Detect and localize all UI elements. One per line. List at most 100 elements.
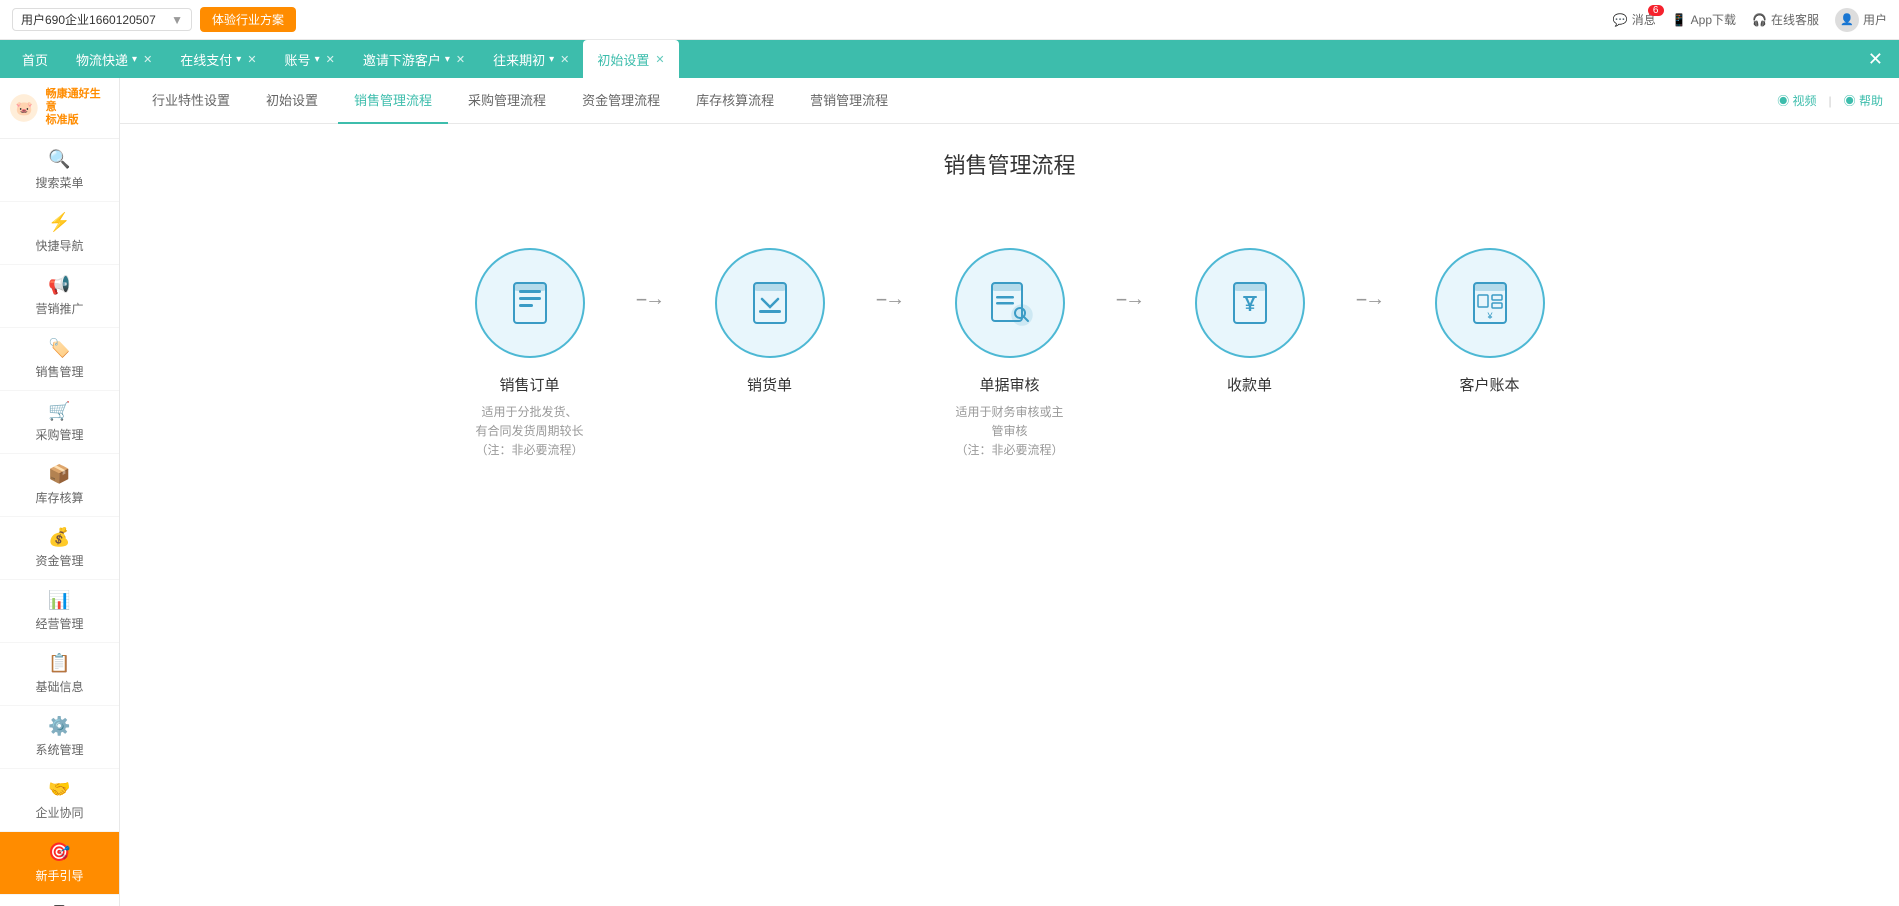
svg-text:¥: ¥ bbox=[1486, 311, 1493, 321]
tab-logistics[interactable]: 物流快递 ▾ ✕ bbox=[62, 40, 166, 78]
close-icon[interactable]: ✕ bbox=[655, 53, 664, 66]
sidebar-logo: 🐷 畅康通好生意 标准版 bbox=[0, 78, 119, 139]
tag-icon: 🏷️ bbox=[48, 338, 70, 359]
headset-icon: 🎧 bbox=[1752, 13, 1767, 27]
receipt-order-icon: ¥ bbox=[1224, 277, 1276, 329]
sub-tab-industry-settings[interactable]: 行业特性设置 bbox=[136, 78, 246, 124]
user-selector[interactable]: 用户690企业1660120507 ▼ bbox=[12, 8, 192, 31]
nav-tabs: 首页 物流快递 ▾ ✕ 在线支付 ▾ ✕ 账号 ▾ ✕ 邀请下游客户 ▾ ✕ 往… bbox=[0, 40, 1899, 78]
sidebar-item-app-center[interactable]: 📱 应用中心 bbox=[0, 895, 119, 906]
flow-step-receipt-order: ¥ 收款单 bbox=[1160, 248, 1340, 403]
cart-icon: 🛒 bbox=[48, 401, 70, 422]
chevron-icon: ▾ bbox=[445, 54, 450, 65]
document-review-circle[interactable] bbox=[955, 248, 1065, 358]
sub-tab-sales-flow[interactable]: 销售管理流程 bbox=[338, 78, 448, 124]
app-download-label: App下载 bbox=[1691, 11, 1736, 28]
chevron-icon: ▾ bbox=[132, 54, 137, 65]
chevron-down-icon: ▼ bbox=[171, 13, 183, 27]
trial-button[interactable]: 体验行业方案 bbox=[200, 7, 296, 32]
flow-step-delivery-order: 销货单 bbox=[680, 248, 860, 403]
sidebar-item-operations[interactable]: 📊 经营管理 bbox=[0, 580, 119, 643]
delivery-order-title: 销货单 bbox=[747, 374, 792, 395]
money-icon: 💰 bbox=[48, 527, 70, 548]
chevron-icon: ▾ bbox=[315, 54, 320, 65]
sidebar-item-system[interactable]: ⚙️ 系统管理 bbox=[0, 706, 119, 769]
clipboard-icon: 📋 bbox=[48, 653, 70, 674]
sub-tabs: 行业特性设置 初始设置 销售管理流程 采购管理流程 资金管理流程 库存核算流程 … bbox=[120, 78, 1899, 124]
header-left: 用户690企业1660120507 ▼ 体验行业方案 bbox=[12, 7, 296, 32]
megaphone-icon: 📢 bbox=[48, 275, 70, 296]
sidebar-item-marketing[interactable]: 📢 营销推广 bbox=[0, 265, 119, 328]
sub-tab-inventory-flow[interactable]: 库存核算流程 bbox=[680, 78, 790, 124]
flow-step-sales-order: 销售订单 适用于分批发货、有合同发货周期较长（注：非必要流程） bbox=[440, 248, 620, 461]
app-download-button[interactable]: 📱 App下载 bbox=[1672, 11, 1736, 28]
sub-tabs-right-actions: ◉ 视频 | ◉ 帮助 bbox=[1777, 92, 1883, 109]
user-profile-button[interactable]: 👤 用户 bbox=[1835, 8, 1887, 32]
sidebar-item-enterprise-coop[interactable]: 🤝 企业协同 bbox=[0, 769, 119, 832]
document-review-title: 单据审核 bbox=[979, 374, 1039, 395]
video-help-button[interactable]: ◉ 视频 bbox=[1777, 92, 1816, 109]
messages-button[interactable]: 💬 消息 6 bbox=[1613, 11, 1656, 28]
chevron-icon: ▾ bbox=[549, 54, 554, 65]
sales-order-title: 销售订单 bbox=[499, 374, 559, 395]
customer-ledger-title: 客户账本 bbox=[1459, 374, 1519, 395]
tab-payment[interactable]: 在线支付 ▾ ✕ bbox=[166, 40, 270, 78]
tab-invite-downstream[interactable]: 邀请下游客户 ▾ ✕ bbox=[349, 40, 479, 78]
flow-step-customer-ledger: ¥ 客户账本 bbox=[1400, 248, 1580, 403]
target-icon: 🎯 bbox=[48, 842, 70, 863]
handshake-icon: 🤝 bbox=[48, 779, 70, 800]
sidebar-item-search-menu[interactable]: 🔍 搜索菜单 bbox=[0, 139, 119, 202]
flow-arrow-2: --→ bbox=[860, 248, 920, 311]
sidebar-item-quick-nav[interactable]: ⚡ 快捷导航 bbox=[0, 202, 119, 265]
sidebar-item-basic-info[interactable]: 📋 基础信息 bbox=[0, 643, 119, 706]
help-button[interactable]: ◉ 帮助 bbox=[1844, 92, 1883, 109]
user-label: 用户 bbox=[1863, 11, 1887, 28]
sidebar-item-newbie-guide[interactable]: 🎯 新手引导 bbox=[0, 832, 119, 895]
sidebar-item-sales[interactable]: 🏷️ 销售管理 bbox=[0, 328, 119, 391]
sidebar: 🐷 畅康通好生意 标准版 🔍 搜索菜单 ⚡ 快捷导航 📢 营销推广 🏷️ 销售管… bbox=[0, 78, 120, 906]
sidebar-item-purchase[interactable]: 🛒 采购管理 bbox=[0, 391, 119, 454]
sub-tab-initial-settings[interactable]: 初始设置 bbox=[250, 78, 334, 124]
sub-tab-marketing-flow[interactable]: 营销管理流程 bbox=[794, 78, 904, 124]
sidebar-item-inventory[interactable]: 📦 库存核算 bbox=[0, 454, 119, 517]
flow-step-document-review: 单据审核 适用于财务审核或主管审核（注：非必要流程） bbox=[920, 248, 1100, 461]
close-icon[interactable]: ✕ bbox=[326, 53, 335, 66]
avatar: 👤 bbox=[1835, 8, 1859, 32]
close-icon[interactable]: ✕ bbox=[143, 53, 152, 66]
receipt-order-title: 收款单 bbox=[1227, 374, 1272, 395]
online-service-label: 在线客服 bbox=[1771, 11, 1819, 28]
logo-icon: 🐷 bbox=[8, 92, 40, 124]
sales-order-icon bbox=[504, 277, 556, 329]
sales-order-circle[interactable] bbox=[475, 248, 585, 358]
sub-tab-finance-flow[interactable]: 资金管理流程 bbox=[566, 78, 676, 124]
search-icon: 🔍 bbox=[48, 149, 70, 170]
close-icon[interactable]: ✕ bbox=[560, 53, 569, 66]
customer-ledger-circle[interactable]: ¥ bbox=[1435, 248, 1545, 358]
flow-diagram: 销售订单 适用于分批发货、有合同发货周期较长（注：非必要流程） --→ bbox=[152, 228, 1867, 481]
main-layout: 🐷 畅康通好生意 标准版 🔍 搜索菜单 ⚡ 快捷导航 📢 营销推广 🏷️ 销售管… bbox=[0, 78, 1899, 906]
tab-initial-settings[interactable]: 初始设置 ✕ bbox=[583, 40, 678, 78]
close-icon[interactable]: ✕ bbox=[456, 53, 465, 66]
page-content: 销售管理流程 销售订单 适用于分批发货、有合同 bbox=[120, 124, 1899, 505]
tab-home[interactable]: 首页 bbox=[8, 40, 62, 78]
tab-account[interactable]: 账号 ▾ ✕ bbox=[271, 40, 349, 78]
close-icon[interactable]: ✕ bbox=[247, 53, 256, 66]
document-review-desc: 适用于财务审核或主管审核（注：非必要流程） bbox=[955, 403, 1063, 461]
flow-arrow-4: --→ bbox=[1340, 248, 1400, 311]
sidebar-item-finance[interactable]: 💰 资金管理 bbox=[0, 517, 119, 580]
sub-tab-purchase-flow[interactable]: 采购管理流程 bbox=[452, 78, 562, 124]
top-header: 用户690企业1660120507 ▼ 体验行业方案 💬 消息 6 📱 App下… bbox=[0, 0, 1899, 40]
delivery-order-circle[interactable] bbox=[715, 248, 825, 358]
tab-period-opening[interactable]: 往来期初 ▾ ✕ bbox=[479, 40, 583, 78]
svg-text:🐷: 🐷 bbox=[16, 100, 33, 117]
close-all-tabs-button[interactable]: ✕ bbox=[1860, 49, 1891, 70]
receipt-order-circle[interactable]: ¥ bbox=[1195, 248, 1305, 358]
page-title: 销售管理流程 bbox=[152, 148, 1867, 180]
gear-icon: ⚙️ bbox=[48, 716, 70, 737]
user-selector-text: 用户690企业1660120507 bbox=[21, 11, 156, 28]
customer-ledger-icon: ¥ bbox=[1464, 277, 1516, 329]
sales-order-desc: 适用于分批发货、有合同发货周期较长（注：非必要流程） bbox=[475, 403, 583, 461]
box-icon: 📦 bbox=[48, 464, 70, 485]
content-area: 行业特性设置 初始设置 销售管理流程 采购管理流程 资金管理流程 库存核算流程 … bbox=[120, 78, 1899, 906]
online-service-button[interactable]: 🎧 在线客服 bbox=[1752, 11, 1819, 28]
